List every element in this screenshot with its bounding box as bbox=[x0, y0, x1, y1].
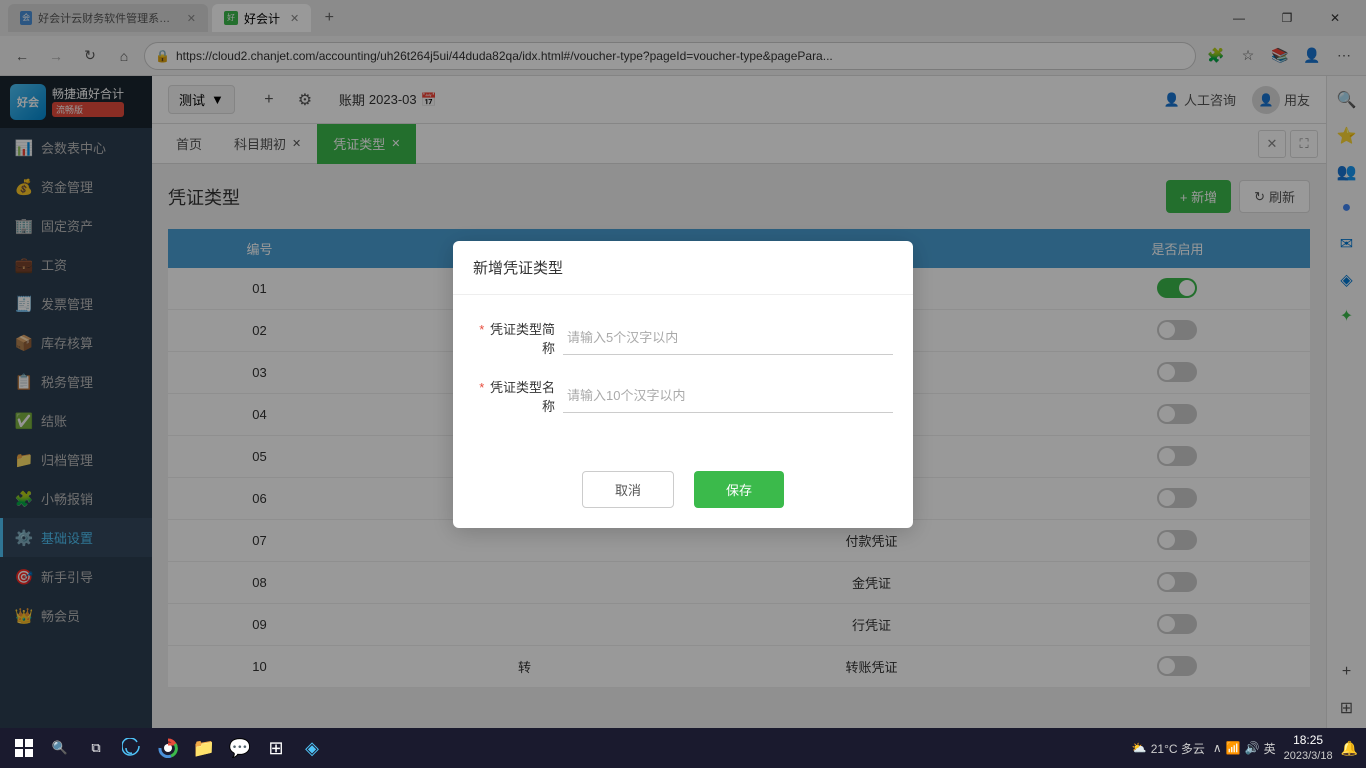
voucher-short-name-input[interactable] bbox=[563, 321, 893, 355]
windows-logo bbox=[15, 739, 33, 757]
network-icon: 📶 bbox=[1226, 741, 1241, 755]
start-button[interactable] bbox=[8, 732, 40, 764]
clock-time: 18:25 bbox=[1284, 732, 1333, 749]
chrome-taskbar-icon[interactable] bbox=[152, 732, 184, 764]
modal-footer: 取消 保存 bbox=[453, 459, 913, 528]
field-label-full: * 凭证类型名称 bbox=[473, 377, 563, 415]
form-field-short: * 凭证类型简称 bbox=[473, 319, 893, 357]
win-logo-sq3 bbox=[15, 749, 23, 757]
form-field-full: * 凭证类型名称 bbox=[473, 377, 893, 415]
cancel-button[interactable]: 取消 bbox=[582, 471, 674, 508]
chevron-icon[interactable]: ∧ bbox=[1213, 741, 1222, 755]
task-view-button[interactable]: ⧉ bbox=[80, 732, 112, 764]
edge2-taskbar-icon[interactable]: ◈ bbox=[296, 732, 328, 764]
required-mark-full: * bbox=[479, 380, 484, 395]
weather-info: ⛅ 21°C 多云 bbox=[1132, 740, 1205, 757]
wechat-taskbar-icon[interactable]: 💬 bbox=[224, 732, 256, 764]
save-button[interactable]: 保存 bbox=[694, 471, 784, 508]
notifications-button[interactable]: 🔔 bbox=[1341, 740, 1358, 757]
weather-text: 21°C 多云 bbox=[1151, 740, 1205, 757]
field-label-short: * 凭证类型简称 bbox=[473, 319, 563, 357]
modal-overlay: 新增凭证类型 * 凭证类型简称 * 凭证类型名称 取消 保存 bbox=[0, 0, 1366, 768]
win-logo-sq4 bbox=[25, 749, 33, 757]
add-voucher-type-modal: 新增凭证类型 * 凭证类型简称 * 凭证类型名称 取消 保存 bbox=[453, 241, 913, 528]
explorer-taskbar-icon[interactable]: 📁 bbox=[188, 732, 220, 764]
system-tray: ∧ 📶 🔊 英 bbox=[1213, 740, 1276, 757]
required-mark-short: * bbox=[479, 322, 484, 337]
modal-header: 新增凭证类型 bbox=[453, 241, 913, 295]
taskbar: 🔍 ⧉ 📁 💬 ⊞ ◈ ⛅ 21°C 多云 ∧ 📶 🔊 英 18:25 2023… bbox=[0, 728, 1366, 768]
apps-taskbar-icon[interactable]: ⊞ bbox=[260, 732, 292, 764]
language-indicator: 英 bbox=[1264, 740, 1276, 757]
search-taskbar-button[interactable]: 🔍 bbox=[44, 732, 76, 764]
taskbar-clock[interactable]: 18:25 2023/3/18 bbox=[1284, 732, 1333, 764]
win-logo-sq2 bbox=[25, 739, 33, 747]
clock-date: 2023/3/18 bbox=[1284, 749, 1333, 764]
edge-taskbar-icon[interactable] bbox=[116, 732, 148, 764]
modal-title: 新增凭证类型 bbox=[473, 260, 563, 277]
modal-body: * 凭证类型简称 * 凭证类型名称 bbox=[453, 295, 913, 459]
volume-icon: 🔊 bbox=[1245, 741, 1260, 755]
win-logo-sq1 bbox=[15, 739, 23, 747]
weather-icon: ⛅ bbox=[1132, 741, 1147, 755]
taskbar-right: ⛅ 21°C 多云 ∧ 📶 🔊 英 18:25 2023/3/18 🔔 bbox=[1132, 732, 1358, 764]
voucher-full-name-input[interactable] bbox=[563, 379, 893, 413]
